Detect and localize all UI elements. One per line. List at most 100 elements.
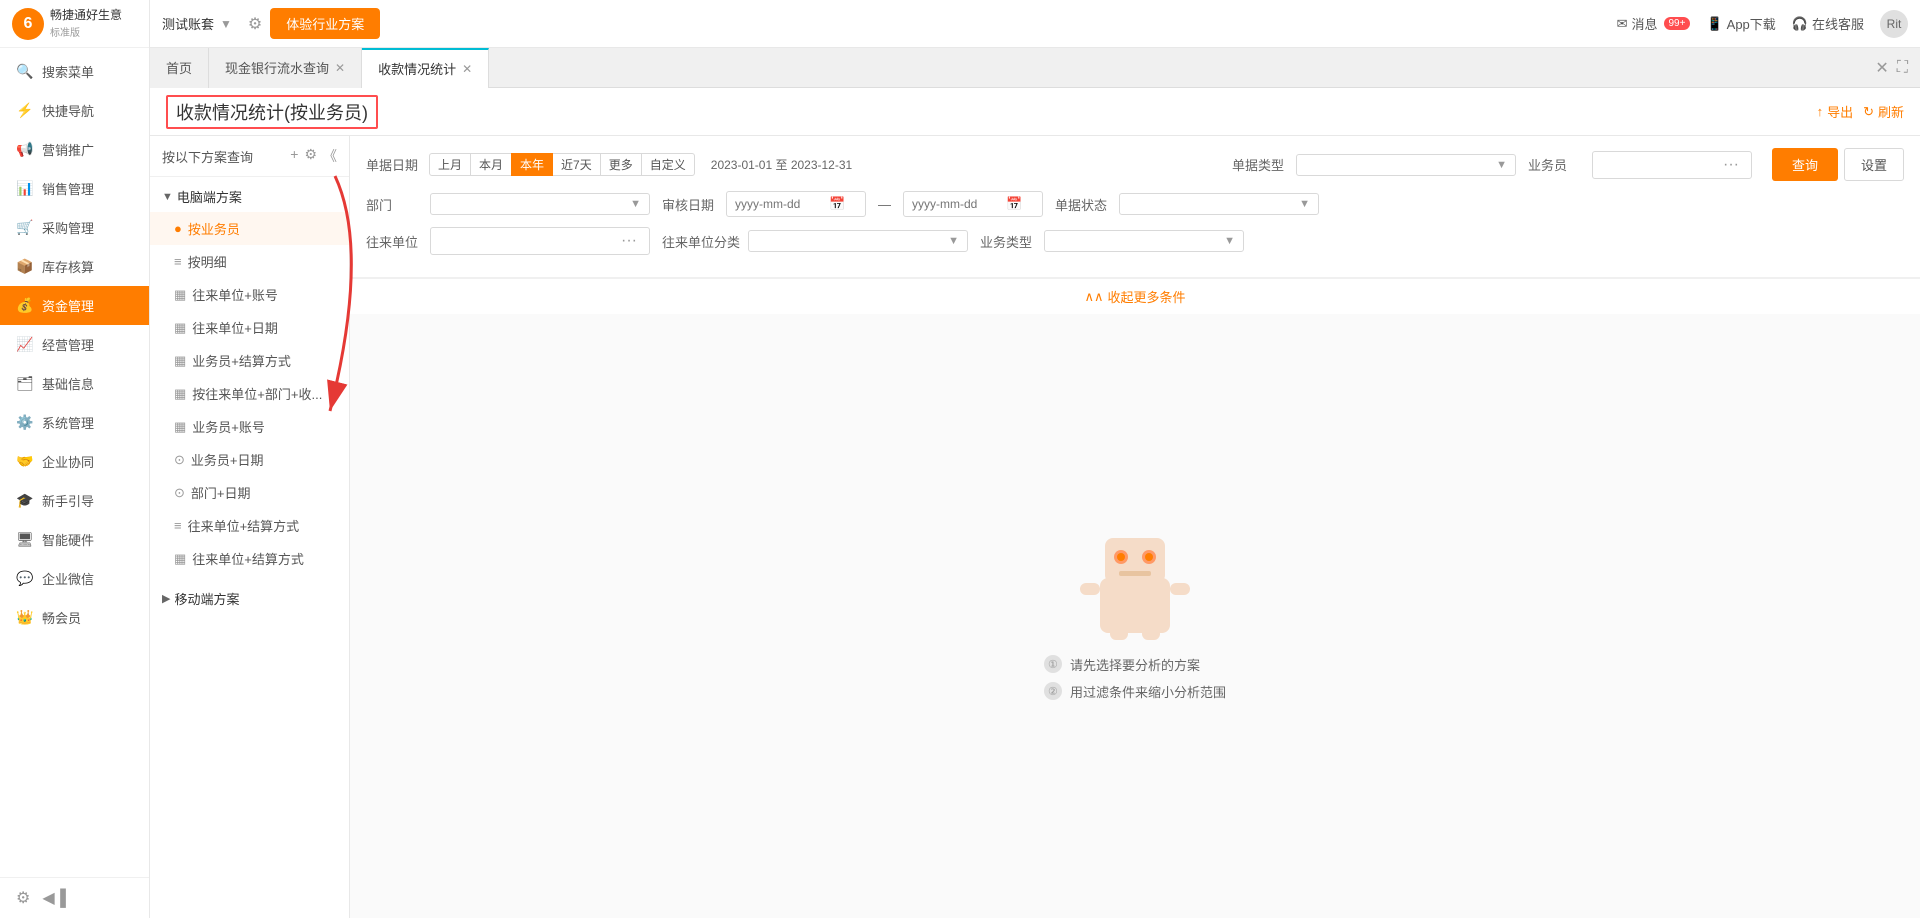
scheme-item-staff-settlement[interactable]: ▦ 业务员+结算方式	[150, 344, 349, 377]
scheme-item-dept-date[interactable]: ⊙ 部门+日期	[150, 476, 349, 509]
voucher-status-select[interactable]: ▼	[1119, 193, 1319, 215]
tab-bank-flow-label: 现金银行流水查询	[225, 58, 329, 77]
sidebar-item-hardware[interactable]: 🖥 智能硬件	[0, 520, 149, 559]
tab-receipts-stat[interactable]: 收款情况统计 ✕	[362, 48, 489, 88]
collapse-panel-button[interactable]: 《	[323, 146, 337, 166]
sidebar-item-newbie[interactable]: 🎓 新手引导	[0, 481, 149, 520]
scheme-icon-by-staff: ●	[174, 221, 182, 236]
scheme-item-unit-account[interactable]: ▦ 往来单位+账号	[150, 278, 349, 311]
step-text-1: 请先选择要分析的方案	[1070, 655, 1200, 674]
sidebar-label-system: 系统管理	[42, 413, 94, 432]
settings-button[interactable]: 设置	[1844, 148, 1904, 181]
sidebar-item-finance[interactable]: 💰 资金管理	[0, 286, 149, 325]
review-date-to[interactable]: 📅	[903, 191, 1043, 217]
sidebar-label-purchase: 采购管理	[42, 218, 94, 237]
calendar-to-icon[interactable]: 📅	[1006, 196, 1022, 212]
add-scheme-button[interactable]: +	[290, 146, 298, 166]
review-date-to-input[interactable]	[912, 197, 1002, 211]
empty-step-2: ② 用过滤条件来缩小分析范围	[1044, 682, 1226, 701]
sidebar-item-search[interactable]: 🔍 搜索菜单	[0, 52, 149, 91]
tab-bank-flow[interactable]: 现金银行流水查询 ✕	[209, 48, 362, 88]
sidebar-item-operations[interactable]: 📈 经营管理	[0, 325, 149, 364]
date-tab-this-month[interactable]: 本月	[470, 153, 512, 176]
export-button[interactable]: ↑ 导出	[1817, 102, 1854, 121]
sidebar-item-marketing[interactable]: 📢 营销推广	[0, 130, 149, 169]
date-tab-more[interactable]: 更多	[600, 153, 642, 176]
sidebar-item-purchase[interactable]: 🛒 采购管理	[0, 208, 149, 247]
dept-select[interactable]: ▼	[430, 193, 650, 215]
scheme-item-by-staff[interactable]: ● 按业务员	[150, 212, 349, 245]
sidebar-label-member: 畅会员	[42, 608, 81, 627]
online-service-label: 在线客服	[1812, 14, 1864, 33]
sidebar-item-inventory[interactable]: 📦 库存核算	[0, 247, 149, 286]
top-header: 测试账套 ▼ ⚙ 体验行业方案 ✉ 消息 99+ 📱 App下载 🎧 在线客服 …	[150, 0, 1920, 48]
counterpart-select[interactable]: ···	[430, 227, 650, 255]
scheme-settings-button[interactable]: ⚙	[304, 146, 317, 166]
calendar-from-icon[interactable]: 📅	[829, 196, 845, 212]
tab-home-label: 首页	[166, 58, 192, 77]
sidebar-item-member[interactable]: 👑 畅会员	[0, 598, 149, 637]
user-avatar[interactable]: Rit	[1880, 10, 1908, 38]
trial-button[interactable]: 体验行业方案	[270, 8, 380, 39]
business-type-select[interactable]: ▼	[1044, 230, 1244, 252]
scheme-item-unit-dept[interactable]: ▦ 按往来单位+部门+收...	[150, 377, 349, 410]
tab-bank-flow-close[interactable]: ✕	[335, 61, 345, 75]
collapse-more-button[interactable]: ∧∧ 收起更多条件	[350, 278, 1920, 314]
inventory-icon: 📦	[16, 258, 34, 276]
voucher-type-label: 单据类型	[1232, 155, 1288, 174]
voucher-status-field: 单据状态 ▼	[1055, 193, 1319, 215]
messages-button[interactable]: ✉ 消息 99+	[1617, 14, 1691, 33]
staff-more-icon: ···	[1723, 156, 1739, 174]
workspace-selector[interactable]: 测试账套 ▼	[162, 14, 232, 33]
date-tab-this-year[interactable]: 本年	[511, 153, 553, 176]
scheme-item-unit-settlement2[interactable]: ▦ 往来单位+结算方式	[150, 542, 349, 575]
logo-area: 6 畅捷通好生意 标准版	[0, 0, 149, 48]
scheme-item-unit-settlement1[interactable]: ≡ 往来单位+结算方式	[150, 509, 349, 542]
scheme-item-staff-date[interactable]: ⊙ 业务员+日期	[150, 443, 349, 476]
scheme-icon-dept-date: ⊙	[174, 485, 185, 501]
search-icon: 🔍	[16, 63, 34, 81]
review-date-from-input[interactable]	[735, 197, 825, 211]
footer-settings-icon[interactable]: ⚙	[16, 888, 30, 908]
tab-home[interactable]: 首页	[150, 48, 209, 88]
sidebar-item-quicknav[interactable]: ⚡ 快捷导航	[0, 91, 149, 130]
date-tab-7days[interactable]: 近7天	[552, 153, 601, 176]
voucher-date-label: 单据日期	[366, 155, 422, 174]
sidebar-item-enterprise[interactable]: 🤝 企业协同	[0, 442, 149, 481]
app-download-button[interactable]: 📱 App下载	[1706, 14, 1775, 33]
sidebar-item-basics[interactable]: 🗂 基础信息	[0, 364, 149, 403]
date-tab-custom[interactable]: 自定义	[641, 153, 695, 176]
sidebar-item-wechat[interactable]: 💬 企业微信	[0, 559, 149, 598]
scheme-item-by-detail[interactable]: ≡ 按明细	[150, 245, 349, 278]
tab-receipts-stat-label: 收款情况统计	[378, 59, 456, 78]
tab-receipts-stat-close[interactable]: ✕	[462, 62, 472, 76]
online-service-button[interactable]: 🎧 在线客服	[1792, 14, 1864, 33]
sidebar-item-system[interactable]: ⚙️ 系统管理	[0, 403, 149, 442]
refresh-button[interactable]: ↻ 刷新	[1863, 102, 1904, 121]
review-date-from[interactable]: 📅	[726, 191, 866, 217]
robot-svg	[1075, 523, 1195, 643]
online-service-icon: 🎧	[1792, 16, 1808, 32]
empty-step-1: ① 请先选择要分析的方案	[1044, 655, 1226, 674]
header-gear-icon[interactable]: ⚙	[248, 14, 262, 34]
mobile-group-toggle[interactable]: ▶ 移动端方案	[150, 583, 349, 614]
staff-select[interactable]: ···	[1592, 151, 1752, 179]
review-date-label: 审核日期	[662, 195, 718, 214]
voucher-type-select[interactable]: ▼	[1296, 154, 1516, 176]
tab-close-all-icon[interactable]: ✕	[1875, 58, 1888, 78]
scheme-item-unit-date[interactable]: ▦ 往来单位+日期	[150, 311, 349, 344]
date-tab-last-month[interactable]: 上月	[429, 153, 471, 176]
counterpart-label: 往来单位	[366, 232, 422, 251]
tab-fullscreen-icon[interactable]: ⛶	[1897, 59, 1908, 77]
query-button[interactable]: 查询	[1772, 148, 1838, 181]
hardware-icon: 🖥	[16, 531, 34, 549]
counterpart-category-select[interactable]: ▼	[748, 230, 968, 252]
system-icon: ⚙️	[16, 414, 34, 432]
footer-collapse-icon[interactable]: ◀▐	[42, 888, 66, 908]
sidebar-item-sales[interactable]: 📊 销售管理	[0, 169, 149, 208]
scheme-label-unit-date: 往来单位+日期	[192, 318, 278, 337]
scheme-item-staff-account[interactable]: ▦ 业务员+账号	[150, 410, 349, 443]
desktop-group-toggle[interactable]: ▼ 电脑端方案	[150, 181, 349, 212]
scheme-icon-unit-settlement2: ▦	[174, 551, 186, 567]
scheme-label-unit-settlement2: 往来单位+结算方式	[192, 549, 304, 568]
